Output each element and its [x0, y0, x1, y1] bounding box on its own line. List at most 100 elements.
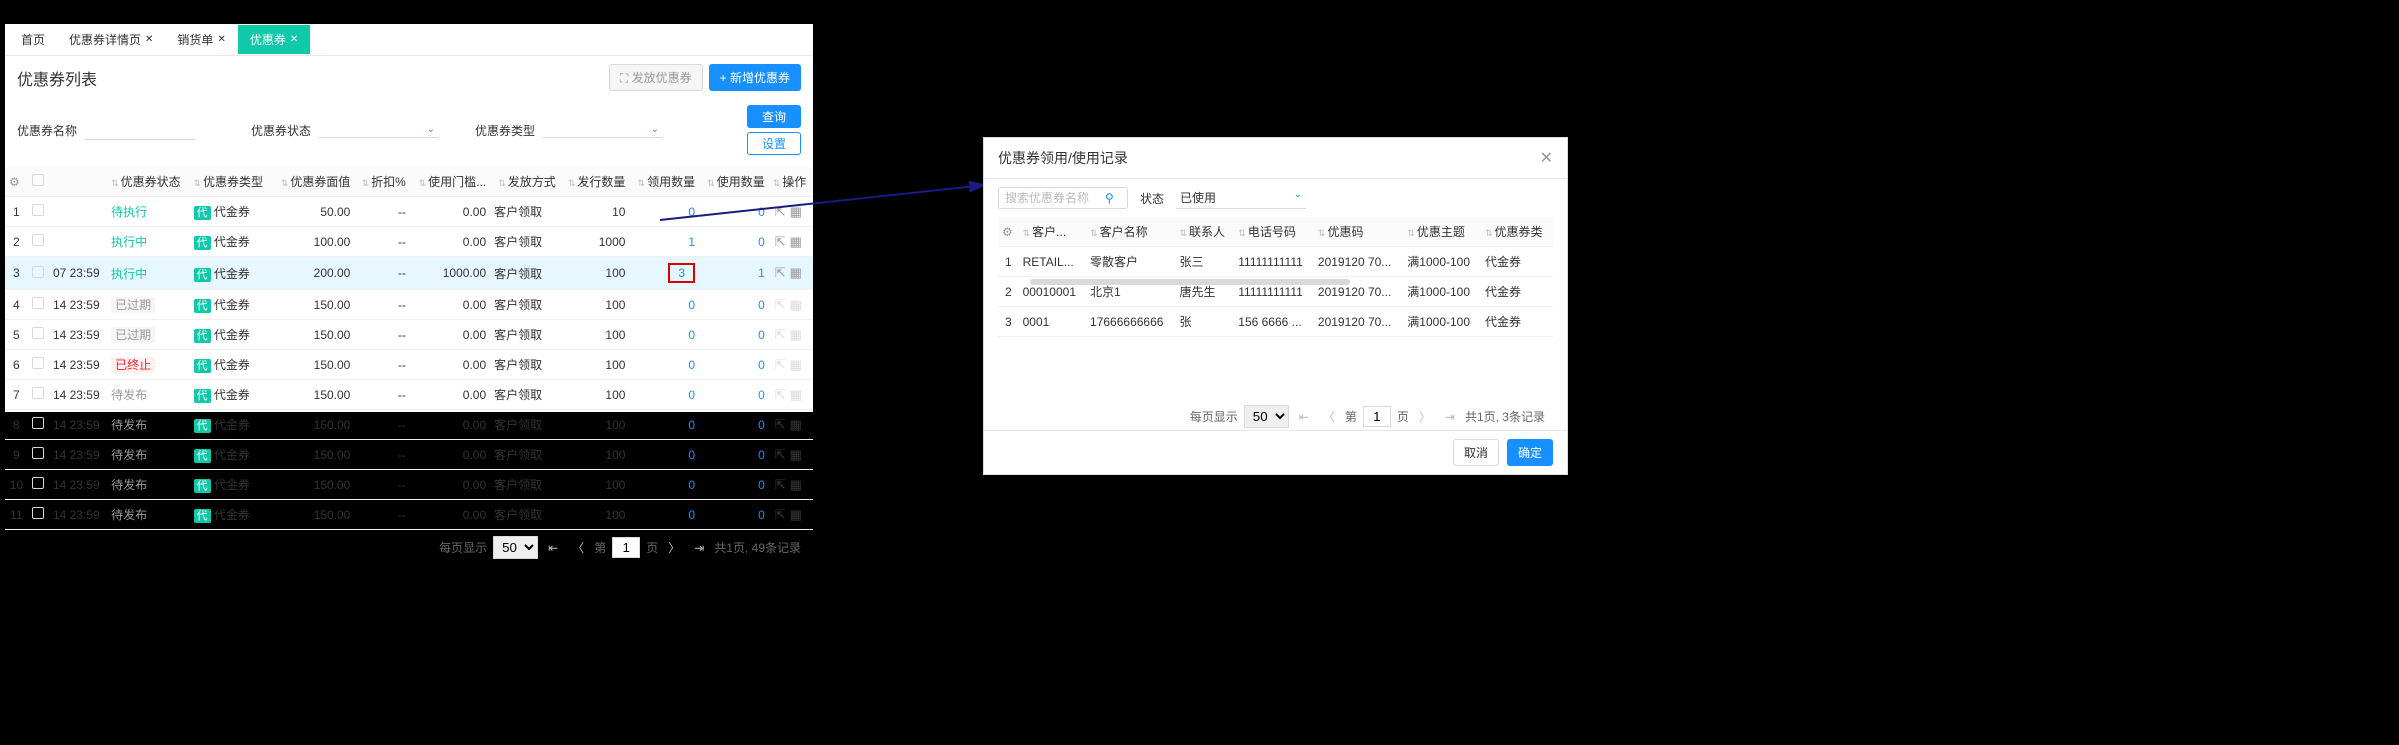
page-input[interactable] [612, 537, 640, 558]
tab-优惠券[interactable]: 优惠券✕ [238, 25, 310, 54]
query-button[interactable]: 查询 [747, 105, 801, 128]
row-checkbox[interactable] [32, 417, 44, 429]
column-header[interactable]: ⇅客户名称 [1086, 217, 1175, 247]
row-checkbox[interactable] [32, 266, 44, 278]
table-row[interactable]: 514 23:59已过期代 代金券150.00--0.00客户领取10000⇱▦ [5, 320, 813, 350]
table-row[interactable]: 614 23:59已终止代 代金券150.00--0.00客户领取10000⇱▦ [5, 350, 813, 380]
tab-首页[interactable]: 首页 [9, 25, 57, 54]
share-icon[interactable]: ⇱ [775, 265, 786, 280]
share-icon[interactable]: ⇱ [775, 507, 786, 522]
first-page-icon[interactable]: ⇤ [1295, 410, 1313, 424]
row-checkbox[interactable] [32, 507, 44, 519]
close-icon[interactable]: ✕ [1540, 148, 1553, 168]
table-row[interactable]: 307 23:59执行中代 代金券200.00--1000.00客户领取1003… [5, 257, 813, 290]
qrcode-icon[interactable]: ▦ [790, 204, 802, 219]
share-icon[interactable]: ⇱ [775, 204, 786, 219]
column-header[interactable]: ⇅优惠券类 [1481, 217, 1553, 247]
qrcode-icon[interactable]: ▦ [790, 387, 802, 402]
table-row[interactable]: 1待执行代 代金券50.00--0.00客户领取1000⇱▦ [5, 197, 813, 227]
filter-type-select[interactable]: ⌄ [543, 122, 663, 138]
table-row[interactable]: 3000117666666666张156 6666 ...2019120 70.… [998, 307, 1553, 337]
qrcode-icon[interactable]: ▦ [790, 417, 802, 432]
tab-销货单[interactable]: 销货单✕ [165, 25, 237, 54]
qrcode-icon[interactable]: ▦ [790, 327, 802, 342]
table-row[interactable]: 2执行中代 代金券100.00--0.00客户领取100010⇱▦ [5, 227, 813, 257]
close-icon[interactable]: ✕ [145, 34, 153, 45]
per-page-select[interactable]: 50 [493, 536, 538, 559]
row-checkbox[interactable] [32, 234, 44, 246]
qrcode-icon[interactable]: ▦ [790, 265, 802, 280]
row-checkbox[interactable] [32, 477, 44, 489]
qrcode-icon[interactable]: ▦ [790, 234, 802, 249]
column-header[interactable]: ⇅领用数量 [629, 167, 699, 197]
row-checkbox[interactable] [32, 357, 44, 369]
filter-name-input[interactable] [85, 120, 195, 140]
qrcode-icon[interactable]: ▦ [790, 477, 802, 492]
first-page-icon[interactable]: ⇤ [544, 541, 562, 555]
gear-icon[interactable]: ⚙ [9, 175, 20, 189]
column-header[interactable]: ⇅优惠券类型 [190, 167, 272, 197]
qrcode-icon[interactable]: ▦ [790, 447, 802, 462]
issue-coupon-button[interactable]: ⛶ 发放优惠券 [609, 64, 703, 91]
close-icon[interactable]: ✕ [290, 34, 298, 45]
cancel-button[interactable]: 取消 [1453, 439, 1499, 466]
share-icon[interactable]: ⇱ [775, 357, 786, 372]
modal-search-input[interactable]: ⚲ [998, 187, 1128, 209]
last-page-icon[interactable]: ⇥ [690, 541, 708, 555]
column-header[interactable]: ⇅优惠券状态 [107, 167, 189, 197]
add-coupon-button[interactable]: + 新增优惠券 [709, 64, 801, 91]
table-row[interactable]: 714 23:59待发布代 代金券150.00--0.00客户领取10000⇱▦ [5, 380, 813, 410]
column-header[interactable]: ⇅折扣% [354, 167, 409, 197]
settings-button[interactable]: 设置 [747, 132, 801, 155]
filter-status-select[interactable]: ⌄ [319, 122, 439, 138]
share-icon[interactable]: ⇱ [775, 477, 786, 492]
column-header[interactable]: ⇅使用数量 [699, 167, 769, 197]
column-header[interactable]: ⇅联系人 [1175, 217, 1234, 247]
column-header[interactable]: ⇅优惠券面值 [272, 167, 354, 197]
modal-page-input[interactable] [1363, 406, 1391, 427]
column-header[interactable]: ⚙ [5, 167, 28, 197]
prev-page-icon[interactable]: 〈 [1319, 408, 1339, 425]
modal-per-page-select[interactable]: 50 [1244, 405, 1289, 428]
row-checkbox[interactable] [32, 387, 44, 399]
column-header[interactable] [28, 167, 49, 197]
modal-status-select[interactable]: 已使用 ⌄ [1176, 187, 1306, 209]
last-page-icon[interactable]: ⇥ [1441, 410, 1459, 424]
row-checkbox[interactable] [32, 327, 44, 339]
claim-count-link[interactable]: 3 [668, 263, 695, 283]
table-row[interactable]: 914 23:59待发布代 代金券150.00--0.00客户领取10000⇱▦ [5, 440, 813, 470]
share-icon[interactable]: ⇱ [775, 387, 786, 402]
share-icon[interactable]: ⇱ [775, 327, 786, 342]
confirm-button[interactable]: 确定 [1507, 439, 1553, 466]
next-page-icon[interactable]: 〉 [664, 539, 684, 556]
prev-page-icon[interactable]: 〈 [568, 539, 588, 556]
column-header[interactable]: ⇅发行数量 [560, 167, 630, 197]
column-header[interactable]: ⇅客户... [1019, 217, 1086, 247]
share-icon[interactable]: ⇱ [775, 297, 786, 312]
row-checkbox[interactable] [32, 447, 44, 459]
column-header[interactable]: ⇅优惠码 [1314, 217, 1403, 247]
horizontal-scrollbar[interactable] [270, 500, 690, 506]
horizontal-scrollbar[interactable] [1030, 279, 1350, 285]
qrcode-icon[interactable]: ▦ [790, 357, 802, 372]
select-all-checkbox[interactable] [32, 174, 44, 186]
column-header[interactable] [49, 167, 107, 197]
column-header[interactable]: ⇅电话号码 [1234, 217, 1314, 247]
column-header[interactable]: ⇅操作 [769, 167, 813, 197]
row-checkbox[interactable] [32, 297, 44, 309]
share-icon[interactable]: ⇱ [775, 234, 786, 249]
next-page-icon[interactable]: 〉 [1415, 408, 1435, 425]
qrcode-icon[interactable]: ▦ [790, 297, 802, 312]
table-row[interactable]: 1RETAIL...零散客户张三111111111112019120 70...… [998, 247, 1553, 277]
share-icon[interactable]: ⇱ [775, 417, 786, 432]
share-icon[interactable]: ⇱ [775, 447, 786, 462]
table-row[interactable]: 814 23:59待发布代 代金券150.00--0.00客户领取10000⇱▦ [5, 410, 813, 440]
column-header[interactable]: ⇅优惠主题 [1403, 217, 1481, 247]
gear-icon[interactable]: ⚙ [1002, 225, 1013, 239]
column-header[interactable]: ⚙ [998, 217, 1019, 247]
qrcode-icon[interactable]: ▦ [790, 507, 802, 522]
tab-优惠券详情页[interactable]: 优惠券详情页✕ [57, 25, 165, 54]
row-checkbox[interactable] [32, 204, 44, 216]
table-row[interactable]: 414 23:59已过期代 代金券150.00--0.00客户领取10000⇱▦ [5, 290, 813, 320]
close-icon[interactable]: ✕ [217, 34, 225, 45]
